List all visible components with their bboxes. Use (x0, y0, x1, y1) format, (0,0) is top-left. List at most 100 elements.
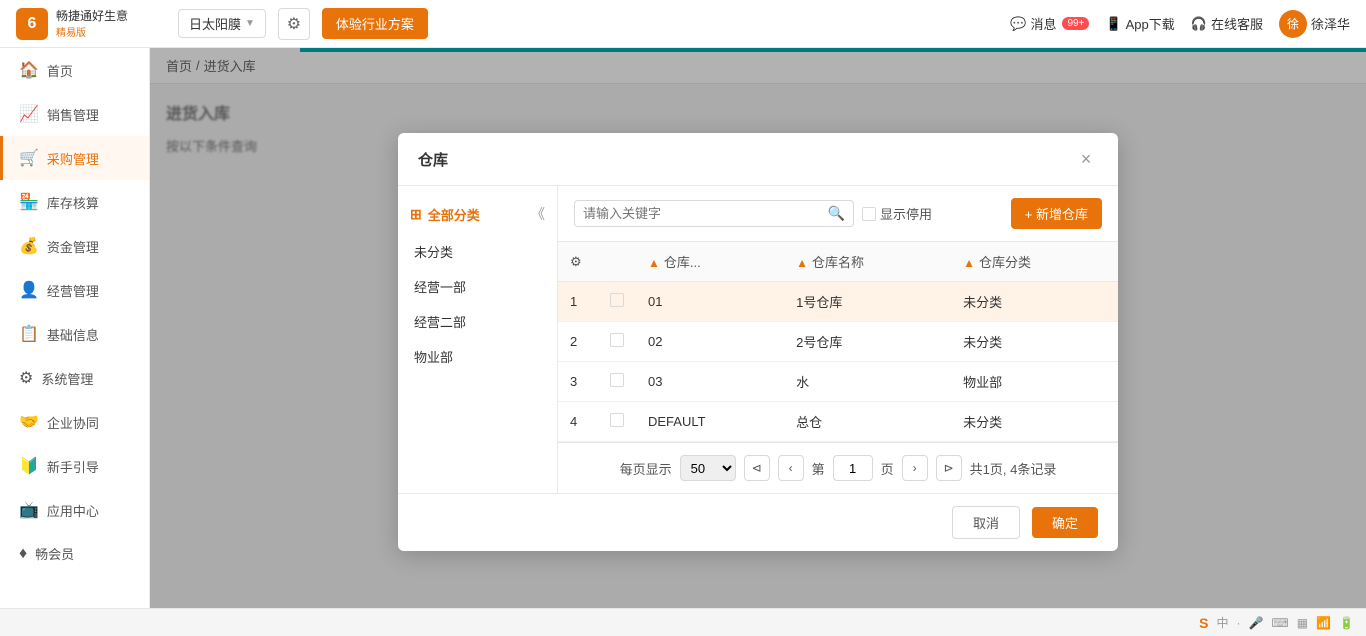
sidebar-item-guide[interactable]: 🔰 新手引导 (0, 444, 149, 488)
row-checkbox-cell[interactable] (598, 402, 636, 442)
sidebar-label-member: 畅会员 (35, 544, 74, 563)
sidebar: 🏠 首页 📈 销售管理 🛒 采购管理 🏪 库存核算 💰 资金管理 👤 经营管理 … (0, 48, 150, 636)
guide-icon: 🔰 (19, 456, 39, 476)
sidebar-item-member[interactable]: ♦ 畅会员 (0, 532, 149, 575)
company-selector[interactable]: 日太阳膜 ▼ (178, 9, 266, 38)
row-checkbox-cell[interactable] (598, 362, 636, 402)
cancel-button[interactable]: 取消 (952, 506, 1020, 539)
page-last-button[interactable]: ⊳ (936, 455, 962, 481)
row-name: 水 (784, 362, 951, 402)
sidebar-item-sales[interactable]: 📈 销售管理 (0, 92, 149, 136)
sidebar-label-sales: 销售管理 (47, 105, 99, 124)
sidebar-label-basic: 基础信息 (47, 325, 99, 344)
logo-icon: 6 (16, 8, 48, 40)
trial-button[interactable]: 体验行业方案 (322, 8, 428, 39)
per-page-select[interactable]: 50 100 200 (680, 455, 736, 481)
row-name: 总仓 (784, 402, 951, 442)
page-next-button[interactable]: › (902, 455, 928, 481)
sidebar-item-inventory[interactable]: 🏪 库存核算 (0, 180, 149, 224)
status-dot-icon: · (1236, 616, 1240, 630)
search-input[interactable] (583, 206, 828, 221)
brand-name: 畅捷通好生意 (56, 8, 128, 25)
category-item-op1[interactable]: 经营一部 (398, 269, 557, 304)
search-icon: 🔍 (828, 205, 845, 222)
sidebar-item-home[interactable]: 🏠 首页 (0, 48, 149, 92)
page-number-input[interactable] (833, 455, 873, 481)
inventory-icon: 🏪 (19, 192, 39, 212)
page-total: 共1页, 4条记录 (970, 459, 1057, 478)
user-menu[interactable]: 徐 徐泽华 (1279, 10, 1350, 38)
row-code: DEFAULT (636, 402, 784, 442)
row-code: 01 (636, 282, 784, 322)
row-checkbox[interactable] (610, 373, 624, 387)
sort-icon-code: ▲ (648, 256, 660, 270)
sidebar-item-cooperation[interactable]: 🤝 企业协同 (0, 400, 149, 444)
customer-service-button[interactable]: 🎧 在线客服 (1191, 14, 1263, 33)
logo-area: 6 畅捷通好生意 精易版 (16, 8, 166, 40)
headphone-icon: 🎧 (1191, 16, 1207, 32)
message-icon: 💬 (1010, 16, 1026, 32)
sidebar-item-finance[interactable]: 💰 资金管理 (0, 224, 149, 268)
category-header: ⊞ 全部分类 《 (398, 198, 557, 234)
member-icon: ♦ (19, 545, 27, 563)
row-checkbox[interactable] (610, 293, 624, 307)
page-prev-button[interactable]: ‹ (778, 455, 804, 481)
show-disabled-checkbox-area[interactable]: 显示停用 (862, 204, 932, 223)
status-mic-icon: 🎤 (1248, 616, 1263, 630)
new-warehouse-button[interactable]: + 新增仓库 (1011, 198, 1102, 229)
sidebar-item-basic[interactable]: 📋 基础信息 (0, 312, 149, 356)
page-suffix: 页 (881, 459, 894, 478)
category-item-uncategorized[interactable]: 未分类 (398, 234, 557, 269)
category-collapse-button[interactable]: 《 (531, 204, 545, 224)
table-row[interactable]: 4 DEFAULT 总仓 未分类 (558, 402, 1118, 442)
search-box: 🔍 (574, 200, 854, 227)
page-first-button[interactable]: ⊲ (744, 455, 770, 481)
modal-title: 仓库 (418, 149, 448, 170)
category-item-op2[interactable]: 经营二部 (398, 304, 557, 339)
row-name: 2号仓库 (784, 322, 951, 362)
row-category: 未分类 (951, 322, 1118, 362)
sidebar-label-inventory: 库存核算 (47, 193, 99, 212)
apps-icon: 📺 (19, 500, 39, 520)
sidebar-item-system[interactable]: ⚙ 系统管理 (0, 356, 149, 400)
sidebar-item-purchase[interactable]: 🛒 采购管理 (0, 136, 149, 180)
warehouse-modal: 仓库 × ⊞ 全部分类 《 未分类 (398, 133, 1118, 551)
col-category[interactable]: ▲仓库分类 (951, 242, 1118, 282)
company-name: 日太阳膜 (189, 14, 241, 33)
show-disabled-checkbox[interactable] (862, 207, 876, 221)
col-code[interactable]: ▲仓库... (636, 242, 784, 282)
sidebar-label-apps: 应用中心 (47, 501, 99, 520)
col-name[interactable]: ▲仓库名称 (784, 242, 951, 282)
row-num: 4 (558, 402, 598, 442)
row-checkbox[interactable] (610, 413, 624, 427)
sidebar-label-system: 系统管理 (41, 369, 93, 388)
sidebar-label-purchase: 采购管理 (47, 149, 99, 168)
row-num: 2 (558, 322, 598, 362)
row-checkbox-cell[interactable] (598, 282, 636, 322)
modal-close-button[interactable]: × (1074, 147, 1098, 171)
row-checkbox-cell[interactable] (598, 322, 636, 362)
sidebar-item-apps[interactable]: 📺 应用中心 (0, 488, 149, 532)
status-grid-icon: ▦ (1297, 616, 1308, 630)
table-row[interactable]: 3 03 水 物业部 (558, 362, 1118, 402)
user-name: 徐泽华 (1311, 14, 1350, 33)
home-icon: 🏠 (19, 60, 39, 80)
col-settings: ⚙ (558, 242, 598, 282)
app-icon: 📱 (1105, 16, 1121, 32)
category-item-property[interactable]: 物业部 (398, 339, 557, 374)
table-row[interactable]: 1 01 1号仓库 未分类 (558, 282, 1118, 322)
sidebar-label-cooperation: 企业协同 (47, 413, 99, 432)
status-signal-icon: 📶 (1316, 616, 1331, 630)
row-checkbox[interactable] (610, 333, 624, 347)
grid-icon: ⊞ (410, 206, 422, 223)
status-lang-icon: 中 (1216, 614, 1228, 631)
modal-footer: 取消 确定 (398, 493, 1118, 551)
edition-label: 精易版 (56, 24, 128, 39)
modal-header: 仓库 × (398, 133, 1118, 186)
settings-button[interactable]: ⚙ (278, 8, 310, 40)
message-button[interactable]: 💬 消息 99+ (1010, 14, 1089, 33)
sidebar-item-operation[interactable]: 👤 经营管理 (0, 268, 149, 312)
app-download-button[interactable]: 📱 App下载 (1105, 14, 1174, 33)
table-row[interactable]: 2 02 2号仓库 未分类 (558, 322, 1118, 362)
confirm-button[interactable]: 确定 (1032, 507, 1098, 538)
